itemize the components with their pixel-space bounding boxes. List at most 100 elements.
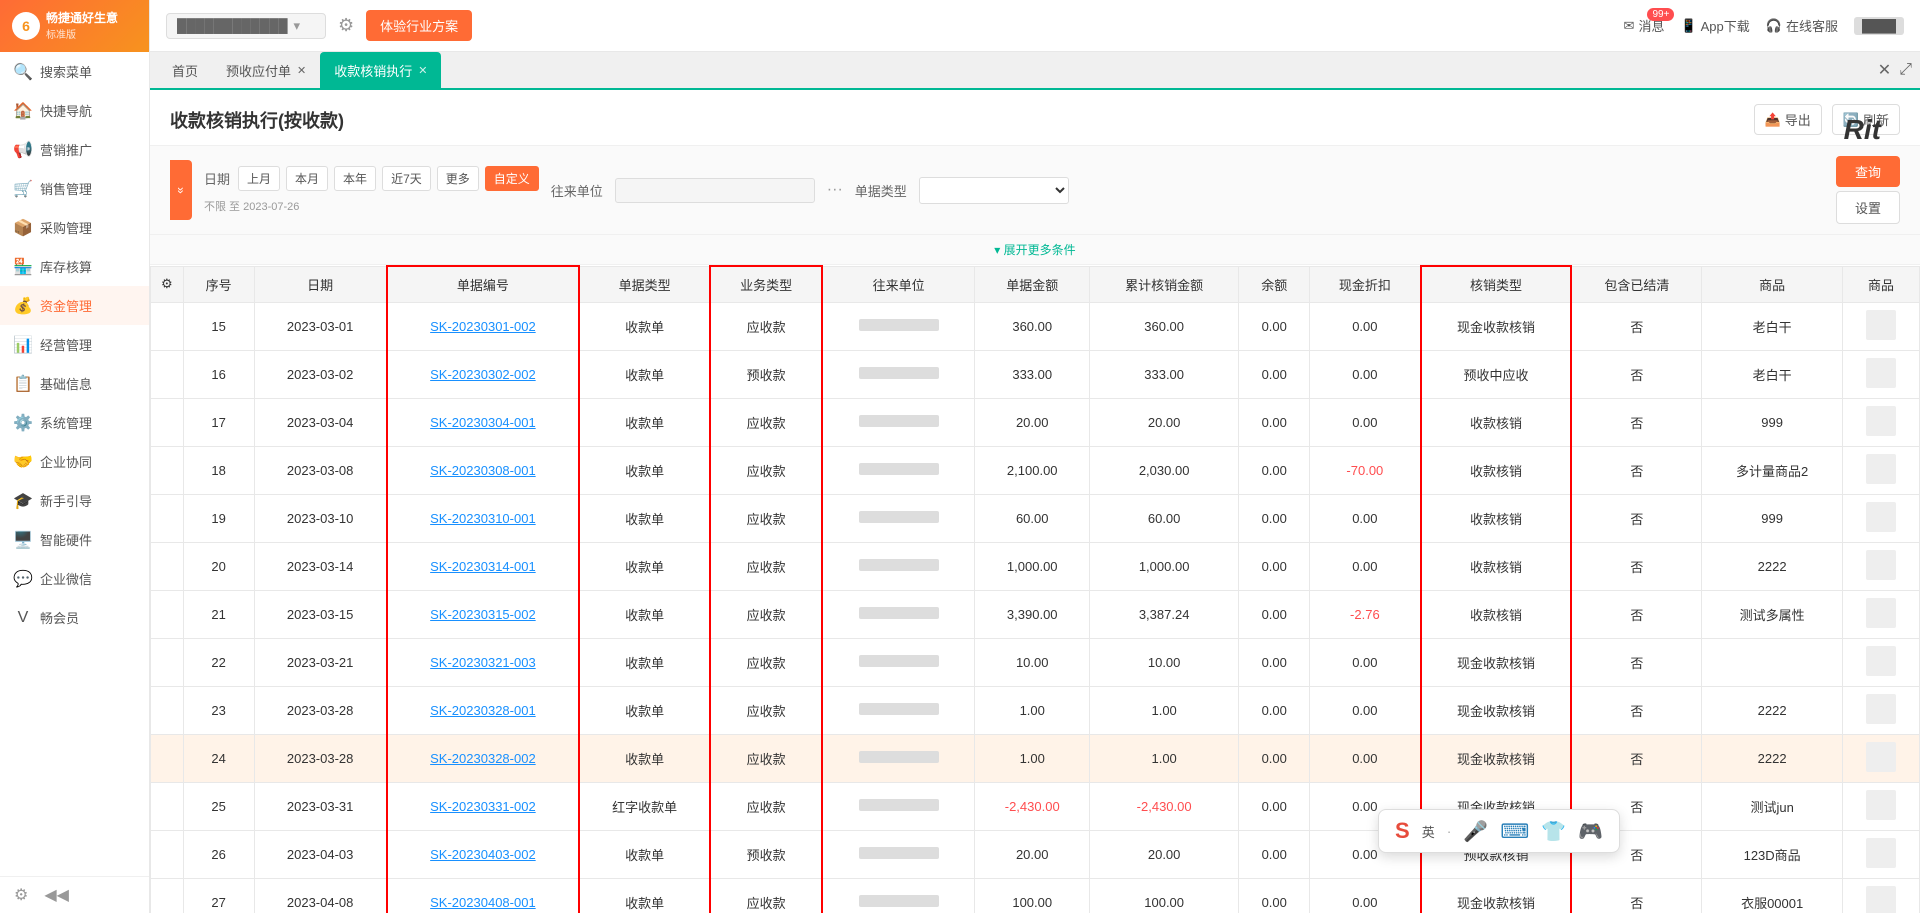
td-settings[interactable]: [151, 591, 184, 639]
customer-input[interactable]: [615, 178, 815, 203]
sidebar-item-quicknav[interactable]: 🏠 快捷导航: [0, 91, 149, 130]
date-7days-btn[interactable]: 近7天: [382, 166, 431, 191]
doc-no-link[interactable]: SK-20230302-002: [430, 367, 536, 382]
td-settings[interactable]: [151, 639, 184, 687]
rit-label: Rit: [1844, 114, 1881, 146]
td-settings[interactable]: [151, 399, 184, 447]
td-cancel-amount: 1,000.00: [1089, 543, 1238, 591]
sidebar-item-basic[interactable]: 📋 基础信息: [0, 364, 149, 403]
sidebar-item-marketing[interactable]: 📢 营销推广: [0, 130, 149, 169]
tab-home[interactable]: 首页: [158, 52, 212, 88]
sidebar-collapse-icon[interactable]: ◀◀: [44, 885, 69, 905]
expand-bar[interactable]: ▾ 展开更多条件: [150, 235, 1920, 265]
sidebar-item-operation[interactable]: 📊 经营管理: [0, 325, 149, 364]
query-btn[interactable]: 查询: [1836, 156, 1900, 187]
td-goods: 2222: [1702, 543, 1843, 591]
td-doc-type: 收款单: [579, 303, 710, 351]
td-amount: 360.00: [975, 303, 1090, 351]
td-amount: 1,000.00: [975, 543, 1090, 591]
tab-prepay[interactable]: 预收应付单 ✕: [212, 52, 320, 88]
close-tab-btn[interactable]: ✕: [1878, 60, 1891, 80]
doc-no-link[interactable]: SK-20230328-002: [430, 751, 536, 766]
sidebar-item-finance[interactable]: 💰 资金管理: [0, 286, 149, 325]
td-doc-type: 收款单: [579, 591, 710, 639]
sidebar-item-wechat[interactable]: 💬 企业微信: [0, 559, 149, 598]
sidebar-item-corp[interactable]: 🤝 企业协同: [0, 442, 149, 481]
expand-tab-btn[interactable]: ⤢: [1899, 60, 1912, 80]
td-settings[interactable]: [151, 735, 184, 783]
td-settings[interactable]: [151, 687, 184, 735]
filter-settings-btn[interactable]: 设置: [1836, 191, 1900, 224]
doc-no-link[interactable]: SK-20230331-002: [430, 799, 536, 814]
td-balance: 0.00: [1239, 303, 1310, 351]
mic-icon[interactable]: 🎤: [1463, 819, 1488, 844]
date-more-btn[interactable]: 更多: [437, 166, 479, 191]
doc-no-link[interactable]: SK-20230308-001: [430, 463, 536, 478]
td-biz-type: 应收款: [710, 591, 822, 639]
tab-collection[interactable]: 收款核销执行 ✕: [320, 52, 441, 88]
td-no: 25: [183, 783, 254, 831]
export-btn[interactable]: 📤 导出: [1754, 104, 1822, 135]
sidebar-item-inventory[interactable]: 🏪 库存核算: [0, 247, 149, 286]
doc-no-link[interactable]: SK-20230403-002: [430, 847, 536, 862]
game-icon[interactable]: 🎮: [1578, 819, 1603, 844]
keyboard-icon[interactable]: ⌨: [1500, 819, 1529, 844]
doc-no-link[interactable]: SK-20230314-001: [430, 559, 536, 574]
date-this-month-btn[interactable]: 本月: [286, 166, 328, 191]
app-download-btn[interactable]: 📱 App下载: [1680, 16, 1749, 35]
shirt-icon[interactable]: 👕: [1541, 819, 1566, 844]
doc-no-link[interactable]: SK-20230315-002: [430, 607, 536, 622]
td-settings[interactable]: [151, 447, 184, 495]
td-settings[interactable]: [151, 831, 184, 879]
td-biz-type: 预收款: [710, 831, 822, 879]
td-include-settled: 否: [1571, 543, 1701, 591]
td-settings[interactable]: [151, 783, 184, 831]
sidebar-item-sales[interactable]: 🛒 销售管理: [0, 169, 149, 208]
td-amount: -2,430.00: [975, 783, 1090, 831]
sidebar-item-purchase[interactable]: 📦 采购管理: [0, 208, 149, 247]
th-discount: 现金折扣: [1310, 266, 1421, 303]
sidebar-settings-icon[interactable]: ⚙: [14, 885, 28, 905]
td-doc-no: SK-20230403-002: [387, 831, 579, 879]
td-settings[interactable]: [151, 351, 184, 399]
date-custom-btn[interactable]: 自定义: [485, 166, 539, 191]
td-settings[interactable]: [151, 879, 184, 913]
date-filter-btns: 上月 本月 本年 近7天 更多 自定义: [238, 166, 539, 191]
sidebar-item-member[interactable]: V 畅会员: [0, 598, 149, 637]
tab-collection-close[interactable]: ✕: [418, 64, 427, 77]
message-btn[interactable]: ✉ 消息 99+: [1624, 16, 1665, 35]
sidebar-item-guide-label: 新手引导: [40, 491, 92, 510]
doc-no-link[interactable]: SK-20230304-001: [430, 415, 536, 430]
user-avatar[interactable]: ████: [1854, 18, 1904, 33]
doc-type-select[interactable]: [919, 177, 1069, 204]
doc-no-link[interactable]: SK-20230301-002: [430, 319, 536, 334]
online-service-btn[interactable]: 🎧 在线客服: [1766, 16, 1838, 35]
td-doc-no: SK-20230301-002: [387, 303, 579, 351]
tab-prepay-label: 预收应付单: [226, 61, 291, 80]
settings-icon[interactable]: ⚙: [338, 15, 354, 36]
th-settings[interactable]: ⚙: [151, 266, 184, 303]
doc-no-link[interactable]: SK-20230310-001: [430, 511, 536, 526]
member-icon: V: [14, 609, 32, 627]
td-no: 15: [183, 303, 254, 351]
td-no: 21: [183, 591, 254, 639]
sidebar-item-search[interactable]: 🔍 搜索菜单: [0, 52, 149, 91]
td-amount: 333.00: [975, 351, 1090, 399]
doc-no-link[interactable]: SK-20230321-003: [430, 655, 536, 670]
sidebar-item-hardware[interactable]: 🖥️ 智能硬件: [0, 520, 149, 559]
date-last-month-btn[interactable]: 上月: [238, 166, 280, 191]
industry-btn[interactable]: 体验行业方案: [366, 10, 472, 41]
sidebar-item-guide[interactable]: 🎓 新手引导: [0, 481, 149, 520]
date-this-year-btn[interactable]: 本年: [334, 166, 376, 191]
th-cancel-amount: 累计核销金额: [1089, 266, 1238, 303]
td-settings[interactable]: [151, 495, 184, 543]
tab-prepay-close[interactable]: ✕: [297, 64, 306, 77]
sidebar-item-system[interactable]: ⚙️ 系统管理: [0, 403, 149, 442]
td-settings[interactable]: [151, 543, 184, 591]
filter-toggle-btn[interactable]: »: [170, 160, 192, 220]
td-settings[interactable]: [151, 303, 184, 351]
doc-no-link[interactable]: SK-20230408-001: [430, 895, 536, 910]
enterprise-select[interactable]: ████████████ ▾: [166, 13, 326, 39]
doc-no-link[interactable]: SK-20230328-001: [430, 703, 536, 718]
table-wrap[interactable]: ⚙ 序号 日期 单据编号 单据类型 业务类型 往来单位 单据金额 累计核销金额 …: [150, 265, 1920, 913]
